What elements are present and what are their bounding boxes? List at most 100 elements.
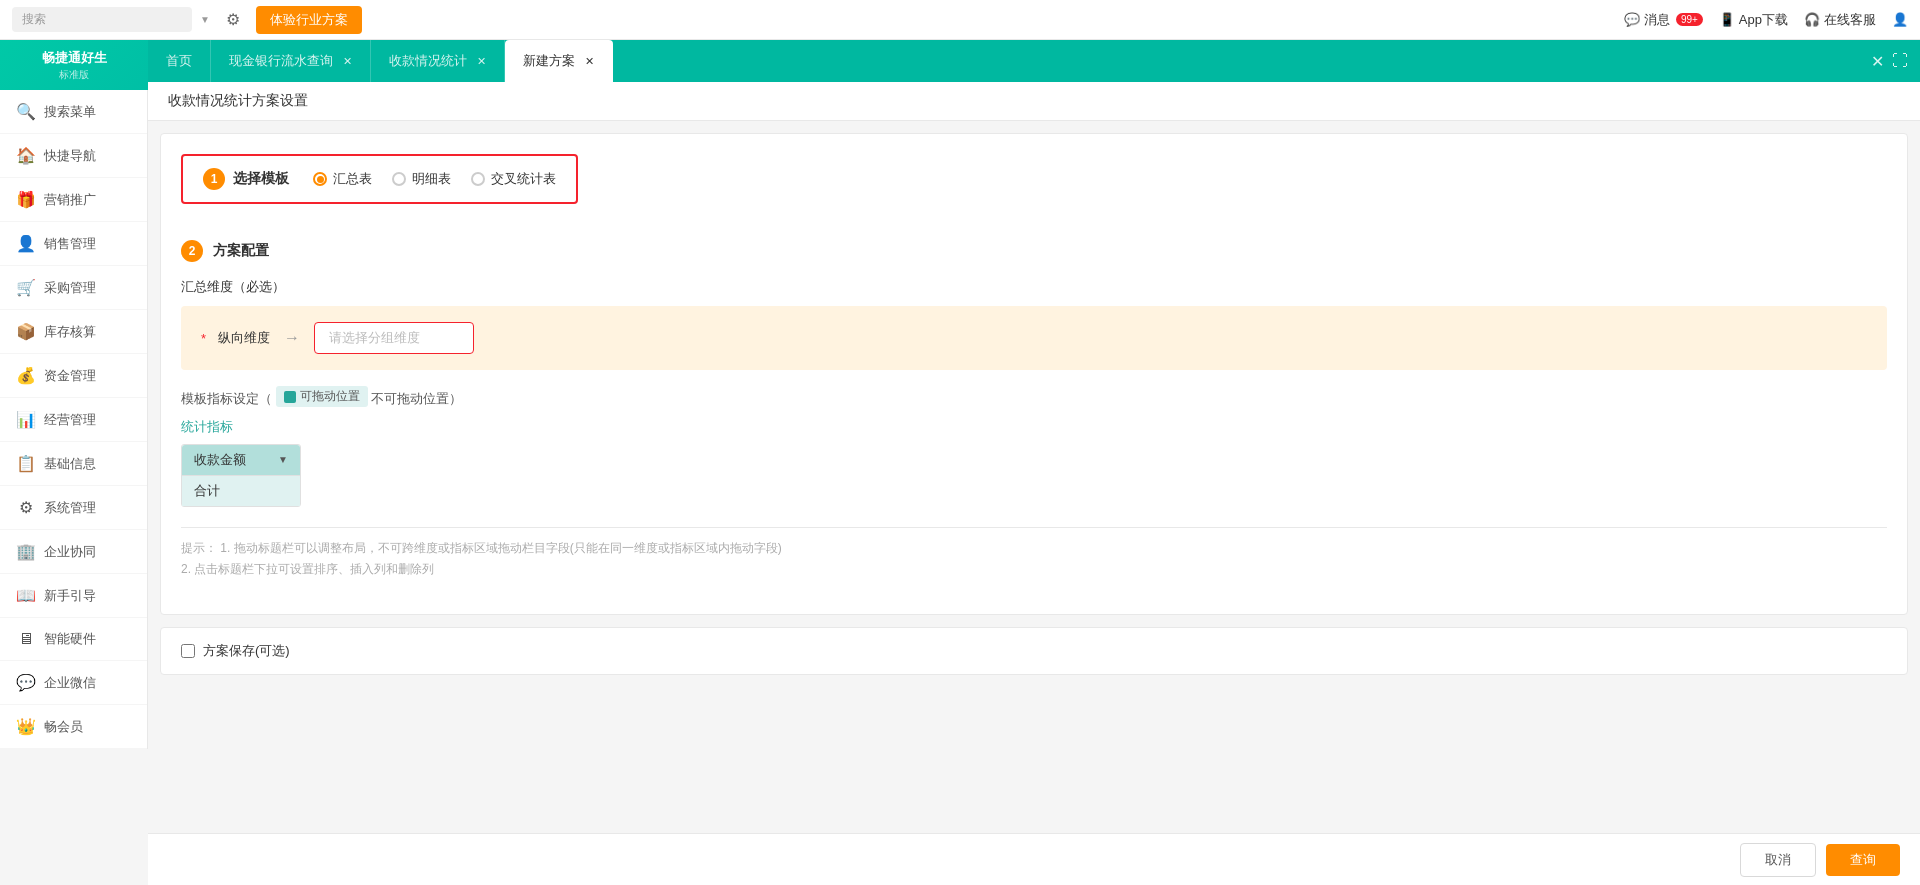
dimension-arrow-icon: → (284, 329, 300, 347)
sidebar-item-new-guide[interactable]: 📖 新手引导 (0, 574, 147, 618)
user-profile[interactable]: 👤 (1892, 12, 1908, 27)
sidebar-item-sales[interactable]: 👤 销售管理 (0, 222, 147, 266)
tab-new-plan-close-icon[interactable]: ✕ (585, 55, 594, 68)
dimension-field-label: 纵向维度 (218, 329, 270, 347)
sidebar-item-label: 基础信息 (44, 455, 96, 473)
step2-title: 方案配置 (213, 242, 269, 260)
save-label: 方案保存(可选) (203, 642, 290, 660)
sidebar-item-label: 畅会员 (44, 718, 83, 736)
main-card: 1 选择模板 汇总表 明细表 (160, 133, 1908, 615)
online-service-button[interactable]: 🎧 在线客服 (1804, 11, 1876, 29)
sidebar-item-label: 资金管理 (44, 367, 96, 385)
sidebar-item-marketing[interactable]: 🎁 营销推广 (0, 178, 147, 222)
gear-icon[interactable]: ⚙ (226, 10, 240, 29)
sidebar-item-basic-info[interactable]: 📋 基础信息 (0, 442, 147, 486)
marketing-icon: 🎁 (16, 190, 36, 209)
tab-collect-stat[interactable]: 收款情况统计 ✕ (371, 40, 505, 82)
tab-new-plan[interactable]: 新建方案 ✕ (505, 40, 613, 82)
page-header: 收款情况统计方案设置 (148, 82, 1920, 121)
radio-cross[interactable]: 交叉统计表 (471, 170, 556, 188)
sidebar-item-finance[interactable]: 💰 资金管理 (0, 354, 147, 398)
inventory-icon: 📦 (16, 322, 36, 341)
tab-new-plan-label: 新建方案 (523, 52, 575, 70)
indicator-table-header[interactable]: 收款金额 ▼ (182, 445, 300, 475)
sidebar-item-purchase[interactable]: 🛒 采购管理 (0, 266, 147, 310)
message-badge: 99+ (1676, 13, 1703, 26)
required-mark: * (201, 331, 206, 346)
query-button[interactable]: 查询 (1826, 844, 1900, 876)
page-title: 收款情况统计方案设置 (168, 92, 308, 108)
radio-cross-label: 交叉统计表 (491, 170, 556, 188)
sidebar-item-system[interactable]: ⚙ 系统管理 (0, 486, 147, 530)
draggable-indicator-icon (284, 391, 296, 403)
finance-icon: 💰 (16, 366, 36, 385)
indicator-table-container: 收款金额 ▼ 合计 (181, 444, 1887, 507)
sidebar-item-label: 智能硬件 (44, 630, 96, 648)
tab-expand-icon[interactable]: ⛶ (1892, 52, 1908, 70)
template-selection-section: 1 选择模板 汇总表 明细表 (181, 154, 578, 204)
message-button[interactable]: 💬 消息 99+ (1624, 11, 1703, 29)
tab-cashflow[interactable]: 现金银行流水查询 ✕ (211, 40, 371, 82)
radio-summary[interactable]: 汇总表 (313, 170, 372, 188)
tab-cashflow-label: 现金银行流水查询 (229, 52, 333, 70)
sidebar-item-label: 库存核算 (44, 323, 96, 341)
service-label: 在线客服 (1824, 11, 1876, 29)
sidebar-item-ops[interactable]: 📊 经营管理 (0, 398, 147, 442)
cancel-button[interactable]: 取消 (1740, 843, 1816, 877)
dimension-selector[interactable]: 请选择分组维度 (314, 322, 474, 354)
content-area: 首页 现金银行流水查询 ✕ 收款情况统计 ✕ 新建方案 ✕ ✕ ⛶ 收 (148, 40, 1920, 885)
sidebar-item-label: 企业协同 (44, 543, 96, 561)
tab-cashflow-close-icon[interactable]: ✕ (343, 55, 352, 68)
hint-item-1: 提示： 1. 拖动标题栏可以调整布局，不可跨维度或指标区域拖动栏目字段(只能在同… (181, 540, 1887, 557)
search-placeholder-text: 搜索 (22, 12, 46, 26)
step2-header: 2 方案配置 (181, 240, 1887, 262)
enterprise-wechat-icon: 💬 (16, 673, 36, 692)
config-section: 2 方案配置 汇总维度（必选） * 纵向维度 → 请选择分组维度 (181, 240, 1887, 594)
sidebar-item-enterprise-wechat[interactable]: 💬 企业微信 (0, 661, 147, 705)
sidebar-item-label: 营销推广 (44, 191, 96, 209)
dropdown-arrow-icon[interactable]: ▼ (200, 14, 210, 25)
tab-collect-stat-label: 收款情况统计 (389, 52, 467, 70)
sidebar-item-enterprise-collab[interactable]: 🏢 企业协同 (0, 530, 147, 574)
sidebar-item-inventory[interactable]: 📦 库存核算 (0, 310, 147, 354)
tab-bar-right-controls: ✕ ⛶ (1871, 52, 1920, 71)
save-checkbox[interactable] (181, 644, 195, 658)
app-download-button[interactable]: 📱 App下载 (1719, 11, 1788, 29)
indicator-chevron-down-icon[interactable]: ▼ (278, 454, 288, 465)
sidebar-item-smart-hardware[interactable]: 🖥 智能硬件 (0, 618, 147, 661)
indicator-table-cell: 合计 (182, 475, 300, 506)
sidebar-item-search-menu[interactable]: 🔍 搜索菜单 (0, 90, 147, 134)
step2-number: 2 (181, 240, 203, 262)
sidebar-wrapper: 畅捷通好生 标准版 🔍 搜索菜单 🏠 快捷导航 🎁 营销推广 👤 销售管理 🛒 (0, 40, 148, 885)
logo-text: 畅捷通好生 (42, 49, 107, 67)
sales-icon: 👤 (16, 234, 36, 253)
smart-hardware-icon: 🖥 (16, 630, 36, 648)
new-guide-icon: 📖 (16, 586, 36, 605)
sidebar-item-label: 系统管理 (44, 499, 96, 517)
tab-home[interactable]: 首页 (148, 40, 211, 82)
sidebar-item-label: 销售管理 (44, 235, 96, 253)
tab-close-all-icon[interactable]: ✕ (1871, 52, 1884, 71)
indicator-cell-label: 合计 (194, 483, 220, 498)
indicator-header-label: 收款金额 (194, 451, 246, 469)
top-search-bar[interactable]: 搜索 (12, 7, 192, 32)
service-icon: 🎧 (1804, 12, 1820, 27)
sidebar: 🔍 搜索菜单 🏠 快捷导航 🎁 营销推广 👤 销售管理 🛒 采购管理 📦 (0, 90, 148, 749)
template-radio-group: 汇总表 明细表 交叉统计表 (313, 170, 556, 188)
radio-detail[interactable]: 明细表 (392, 170, 451, 188)
industry-plan-button[interactable]: 体验行业方案 (256, 6, 362, 34)
indicators-section: 模板指标设定（ 可拖动位置 不可拖动位置） 统计指标 (181, 386, 1887, 507)
hints-section: 提示： 1. 拖动标题栏可以调整布局，不可跨维度或指标区域拖动栏目字段(只能在同… (181, 527, 1887, 594)
tab-bar: 首页 现金银行流水查询 ✕ 收款情况统计 ✕ 新建方案 ✕ ✕ ⛶ (148, 40, 1920, 82)
quick-nav-icon: 🏠 (16, 146, 36, 165)
dimension-row: * 纵向维度 → 请选择分组维度 (201, 322, 1867, 354)
purchase-icon: 🛒 (16, 278, 36, 297)
tab-collect-stat-close-icon[interactable]: ✕ (477, 55, 486, 68)
step1-number: 1 (203, 168, 225, 190)
radio-detail-label: 明细表 (412, 170, 451, 188)
step1-title: 选择模板 (233, 170, 289, 188)
sidebar-item-quick-nav[interactable]: 🏠 快捷导航 (0, 134, 147, 178)
user-avatar: 👤 (1892, 12, 1908, 27)
sidebar-item-vip-member[interactable]: 👑 畅会员 (0, 705, 147, 749)
top-bar: 搜索 ▼ ⚙ 体验行业方案 💬 消息 99+ 📱 App下载 🎧 在线客服 👤 (0, 0, 1920, 40)
